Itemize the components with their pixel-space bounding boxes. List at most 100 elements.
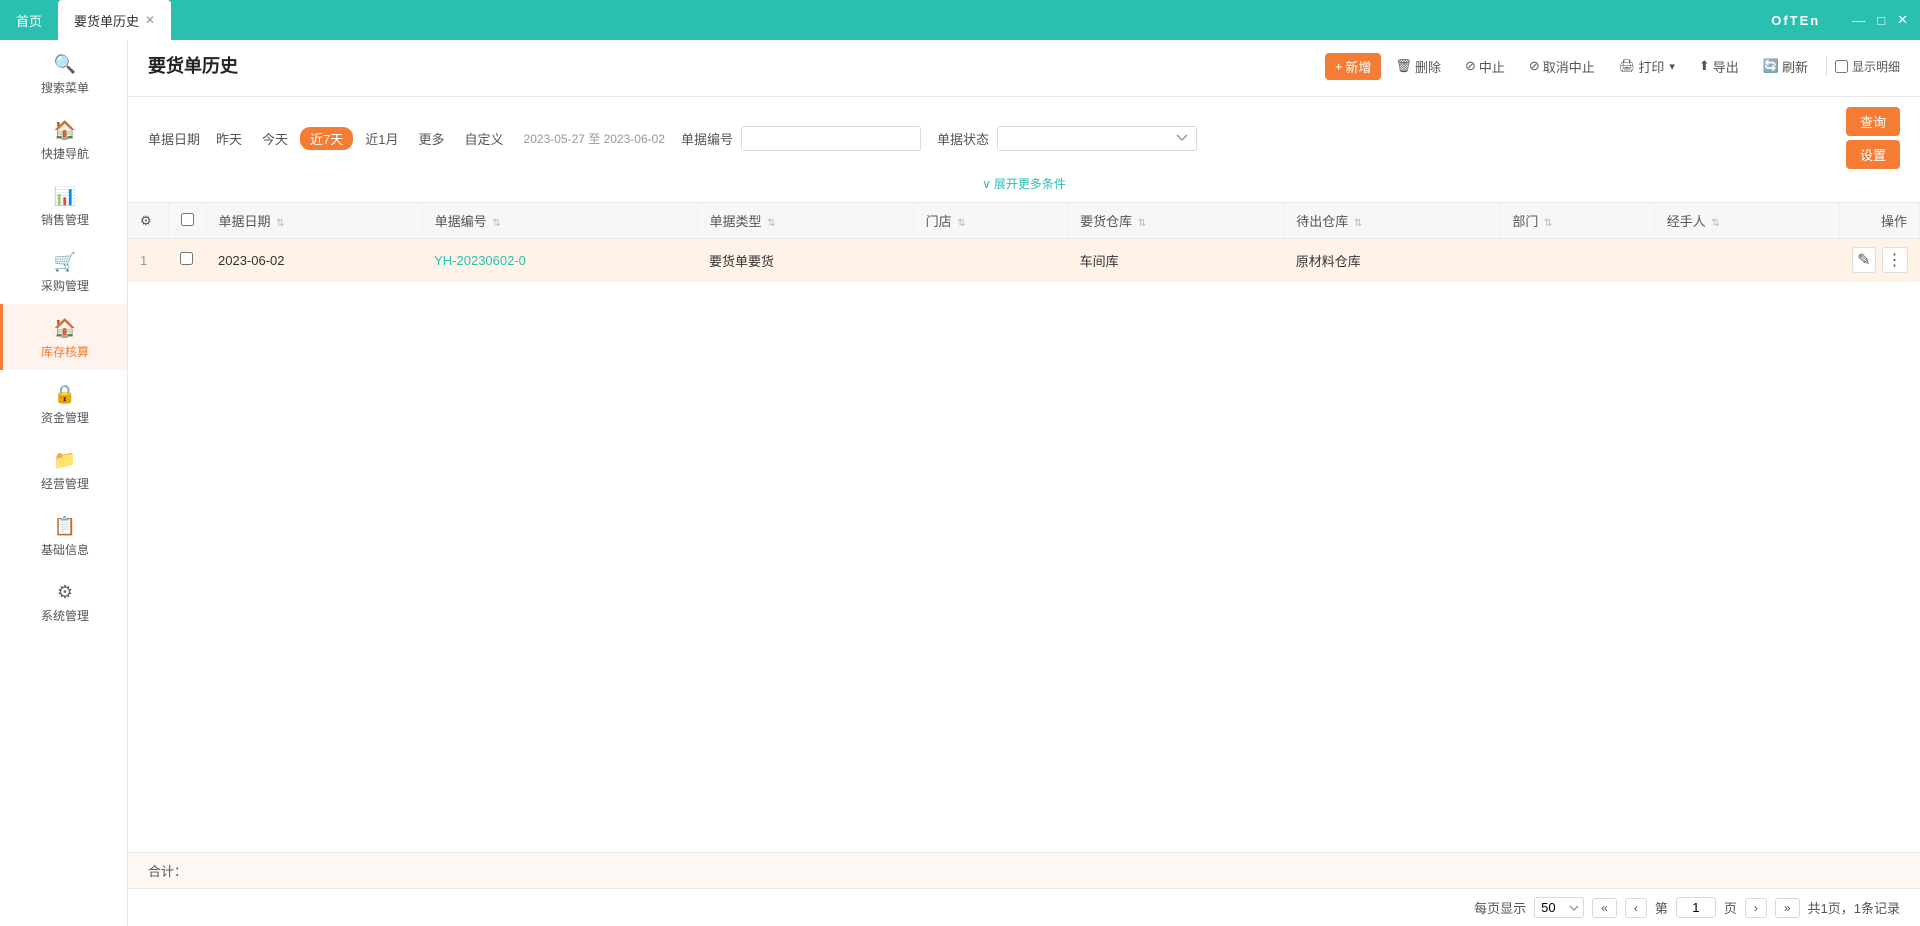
- sidebar-item-basic-info-label: 基础信息: [41, 541, 89, 558]
- col-store-label: 门店: [926, 214, 952, 229]
- filter-date-label: 单据日期: [148, 129, 200, 148]
- row-req-warehouse: 车间库: [1068, 239, 1284, 282]
- row-checkbox[interactable]: [180, 252, 193, 265]
- col-bill-type[interactable]: 单据类型 ⇅: [697, 203, 913, 239]
- sort-pending-warehouse-icon: ⇅: [1354, 218, 1362, 229]
- row-more-icon[interactable]: ⋮: [1882, 247, 1908, 273]
- refresh-icon: 🔄: [1763, 58, 1779, 74]
- sidebar-item-search[interactable]: 🔍 搜索菜单: [0, 40, 127, 106]
- sidebar-item-purchase-label: 采购管理: [41, 277, 89, 294]
- prev-page-btn[interactable]: ‹: [1625, 898, 1647, 918]
- finance-icon: 🔒: [54, 384, 76, 405]
- date-btn-more[interactable]: 更多: [411, 127, 453, 150]
- first-page-btn[interactable]: «: [1592, 898, 1617, 918]
- sidebar-item-operations-label: 经营管理: [41, 475, 89, 492]
- col-pending-warehouse[interactable]: 待出仓库 ⇅: [1284, 203, 1500, 239]
- col-bill-no[interactable]: 单据编号 ⇅: [422, 203, 697, 239]
- next-page-btn[interactable]: ›: [1745, 898, 1767, 918]
- col-settings[interactable]: ⚙: [128, 203, 168, 239]
- expand-label: 展开更多条件: [994, 175, 1066, 192]
- row-checkbox-cell: [168, 239, 206, 282]
- date-btn-today[interactable]: 今天: [254, 127, 296, 150]
- sidebar-item-inventory[interactable]: 🏠 库存核算: [0, 304, 127, 370]
- window-controls: OfTEn — □ ✕: [1751, 12, 1920, 28]
- cancel-stop-label: 取消中止: [1543, 57, 1595, 76]
- sidebar-item-purchase[interactable]: 🛒 采购管理: [0, 238, 127, 304]
- stop-button[interactable]: ⊘ 中止: [1455, 53, 1515, 80]
- col-pending-warehouse-label: 待出仓库: [1296, 214, 1348, 229]
- date-btn-7days[interactable]: 近7天: [300, 127, 353, 150]
- maximize-icon[interactable]: □: [1877, 13, 1885, 28]
- date-btn-yesterday[interactable]: 昨天: [208, 127, 250, 150]
- sidebar-item-quick-nav[interactable]: 🏠 快捷导航: [0, 106, 127, 172]
- sort-store-icon: ⇅: [957, 218, 965, 229]
- page-input[interactable]: [1676, 897, 1716, 918]
- print-icon: 🖨: [1619, 58, 1636, 74]
- per-page-label: 每页显示: [1474, 898, 1526, 917]
- cancel-stop-button[interactable]: ⊘ 取消中止: [1519, 53, 1605, 80]
- sort-bill-no-icon: ⇅: [492, 218, 500, 229]
- brand-text: OfTEn: [1751, 13, 1840, 28]
- row-edit-icon[interactable]: ✎: [1852, 247, 1875, 273]
- col-department[interactable]: 部门 ⇅: [1500, 203, 1654, 239]
- delete-button[interactable]: 🗑 删除: [1385, 53, 1451, 80]
- col-handler[interactable]: 经手人 ⇅: [1654, 203, 1839, 239]
- sidebar-item-basic-info[interactable]: 📋 基础信息: [0, 502, 127, 568]
- col-store[interactable]: 门店 ⇅: [913, 203, 1067, 239]
- settings-button[interactable]: 设置: [1846, 140, 1900, 169]
- filter-bill-no-input[interactable]: [741, 126, 921, 151]
- new-button[interactable]: + 新增: [1325, 53, 1382, 80]
- date-btn-1month[interactable]: 近1月: [357, 127, 406, 150]
- col-department-label: 部门: [1512, 214, 1538, 229]
- row-bill-date: 2023-06-02: [206, 239, 422, 282]
- sort-bill-date-icon: ⇅: [276, 218, 284, 229]
- filter-date-range: 2023-05-27 至 2023-06-02: [524, 130, 665, 147]
- col-bill-type-label: 单据类型: [710, 214, 762, 229]
- close-icon[interactable]: ✕: [1897, 12, 1908, 28]
- row-bill-type: 要货单要货: [697, 239, 913, 282]
- last-page-btn[interactable]: »: [1775, 898, 1800, 918]
- expand-more-row: ∨ 展开更多条件: [148, 175, 1900, 192]
- query-button[interactable]: 查询: [1846, 107, 1900, 136]
- sidebar-item-system[interactable]: ⚙ 系统管理: [0, 568, 127, 634]
- row-num: 1: [128, 239, 168, 282]
- tab-requisition-history[interactable]: 要货单历史 ✕: [58, 0, 171, 40]
- sidebar-item-finance[interactable]: 🔒 资金管理: [0, 370, 127, 436]
- row-department: [1500, 239, 1654, 282]
- row-action-cell: ✎ ⋮: [1840, 239, 1920, 282]
- expand-more-button[interactable]: ∨ 展开更多条件: [982, 175, 1066, 192]
- filter-bill-status-label: 单据状态: [937, 129, 989, 148]
- filter-bill-status-select[interactable]: 草稿 已确认 已中止: [997, 126, 1197, 151]
- filter-date-btns: 昨天 今天 近7天 近1月 更多 自定义: [208, 127, 512, 150]
- select-all-checkbox[interactable]: [181, 213, 194, 226]
- export-button[interactable]: ⬆ 导出: [1689, 53, 1749, 80]
- page-unit: 页: [1724, 898, 1737, 917]
- top-bar: 首页 要货单历史 ✕ OfTEn — □ ✕: [0, 0, 1920, 40]
- col-bill-date[interactable]: 单据日期 ⇅: [206, 203, 422, 239]
- content-area: 要货单历史 + 新增 🗑 删除 ⊘ 中止 ⊘: [128, 40, 1920, 926]
- quick-nav-icon: 🏠: [54, 120, 76, 141]
- per-page-select[interactable]: 20 50 100 200: [1534, 897, 1584, 918]
- sidebar-item-sales[interactable]: 📊 销售管理: [0, 172, 127, 238]
- display-detail-label[interactable]: 显示明细: [1835, 58, 1900, 75]
- expand-icon: ∨: [982, 177, 991, 191]
- display-detail-checkbox[interactable]: [1835, 60, 1848, 73]
- tab-home[interactable]: 首页: [0, 0, 58, 40]
- sort-handler-icon: ⇅: [1711, 218, 1719, 229]
- tab-close-icon[interactable]: ✕: [145, 13, 155, 27]
- minimize-icon[interactable]: —: [1852, 13, 1865, 28]
- filter-area: 单据日期 昨天 今天 近7天 近1月 更多 自定义 2023-05-27 至 2…: [128, 97, 1920, 203]
- date-btn-custom[interactable]: 自定义: [457, 127, 512, 150]
- sidebar-item-sales-label: 销售管理: [41, 211, 89, 228]
- sort-department-icon: ⇅: [1544, 218, 1552, 229]
- row-pending-warehouse: 原材料仓库: [1284, 239, 1500, 282]
- col-req-warehouse[interactable]: 要货仓库 ⇅: [1068, 203, 1284, 239]
- sidebar-item-operations[interactable]: 📁 经营管理: [0, 436, 127, 502]
- refresh-button[interactable]: 🔄 刷新: [1753, 53, 1818, 80]
- filter-date-group: 单据日期 昨天 今天 近7天 近1月 更多 自定义 2023-05-27 至 2…: [148, 127, 665, 150]
- page-header: 要货单历史 + 新增 🗑 删除 ⊘ 中止 ⊘: [128, 40, 1920, 97]
- page-title: 要货单历史: [148, 52, 238, 78]
- row-bill-no-link[interactable]: YH-20230602-0: [434, 253, 526, 268]
- sidebar-item-inventory-label: 库存核算: [41, 343, 89, 360]
- print-button[interactable]: 🖨 打印: [1609, 53, 1685, 80]
